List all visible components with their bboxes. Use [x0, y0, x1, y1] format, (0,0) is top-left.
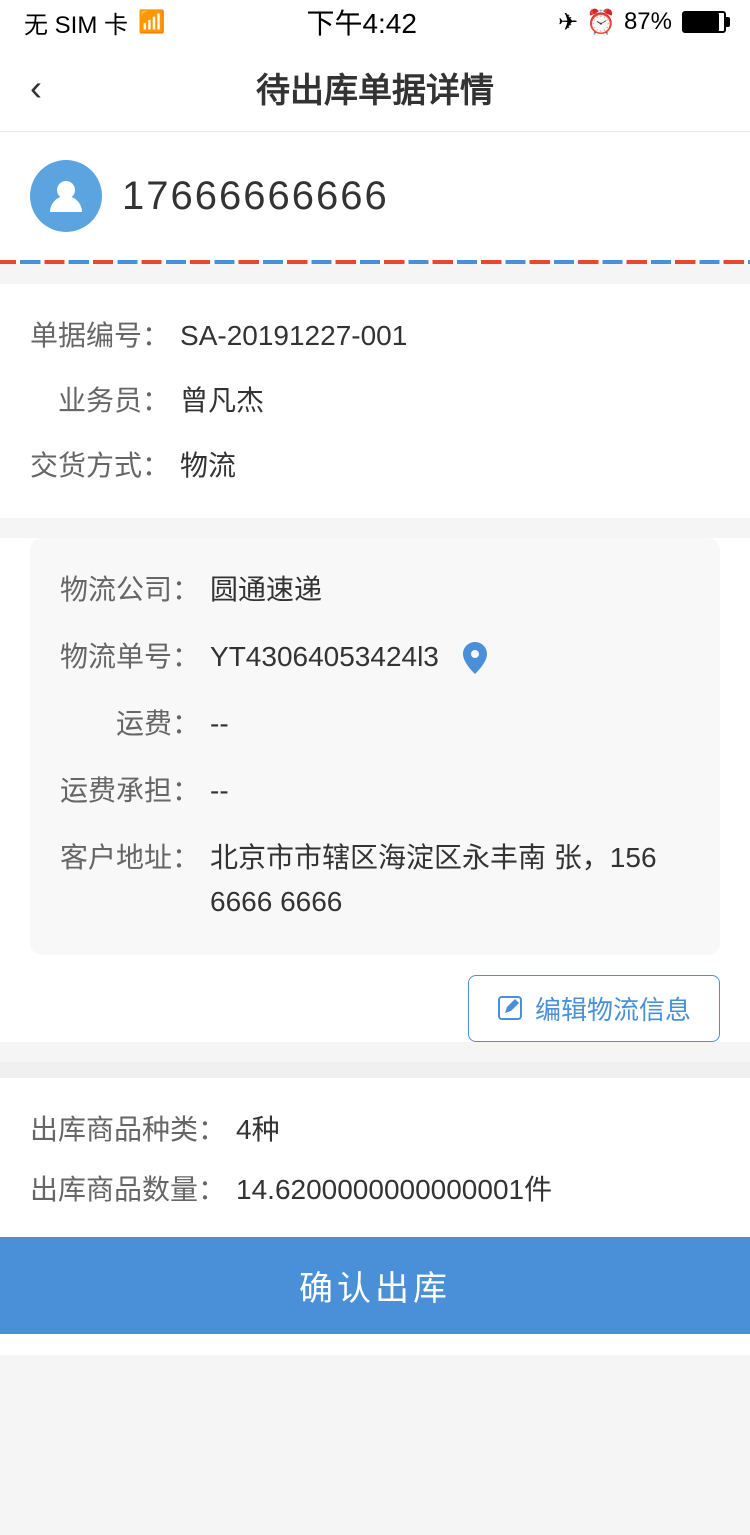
alarm-icon: ⏰: [586, 8, 616, 37]
status-bar: 无 SIM 卡 📶 下午4:42 ✈ ⏰ 87%: [0, 0, 750, 44]
page-title: 待出库单据详情: [256, 63, 494, 112]
nav-bar: ‹ 待出库单据详情: [0, 44, 750, 132]
battery-percent: 87%: [624, 8, 672, 36]
freight-row: 运费： --: [60, 702, 690, 747]
logistics-company-row: 物流公司： 圆通速递: [60, 568, 690, 613]
battery-icon: [682, 11, 726, 33]
customer-header: 17666666666: [0, 132, 750, 264]
bottom-spacer: [0, 1355, 750, 1535]
customer-phone: 17666666666: [122, 174, 389, 219]
edit-logistics-label: 编辑物流信息: [535, 990, 691, 1027]
carrier-label: 无 SIM 卡: [24, 5, 128, 40]
goods-quantity-label: 出库商品数量：: [30, 1168, 226, 1208]
goods-quantity-value: 14.6200000000000001件: [236, 1168, 552, 1208]
document-number-value: SA-20191227-001: [180, 314, 720, 359]
sales-rep-row: 业务员： 曾凡杰: [30, 379, 720, 424]
freight-bearer-value: --: [210, 769, 690, 814]
logistics-company-label: 物流公司：: [60, 568, 200, 613]
status-right: ✈ ⏰ 87%: [558, 8, 726, 37]
sales-rep-label: 业务员：: [30, 379, 170, 424]
edit-btn-row: 编辑物流信息: [0, 955, 750, 1042]
tracking-number-value: YT43064053424l3: [210, 635, 690, 680]
freight-bearer-row: 运费承担： --: [60, 769, 690, 814]
status-left: 无 SIM 卡 📶: [24, 5, 165, 40]
tracking-number-row: 物流单号： YT43064053424l3: [60, 635, 690, 680]
document-number-label: 单据编号：: [30, 314, 170, 359]
confirm-btn-wrapper: 确认出库: [0, 1237, 750, 1334]
freight-bearer-label: 运费承担：: [60, 769, 200, 814]
status-time: 下午4:42: [306, 2, 417, 42]
edit-logistics-button[interactable]: 编辑物流信息: [468, 975, 720, 1042]
avatar: [30, 160, 102, 232]
back-button[interactable]: ‹: [20, 57, 52, 119]
freight-label: 运费：: [60, 702, 200, 747]
document-number-row: 单据编号： SA-20191227-001: [30, 314, 720, 359]
wifi-icon: 📶: [138, 9, 165, 35]
document-info-section: 单据编号： SA-20191227-001 业务员： 曾凡杰 交货方式： 物流: [0, 284, 750, 518]
goods-types-value: 4种: [236, 1108, 280, 1148]
edit-icon: [497, 995, 525, 1023]
goods-types-row: 出库商品种类： 4种: [30, 1108, 720, 1148]
map-pin-icon[interactable]: [455, 638, 495, 678]
tracking-number-text: YT43064053424l3: [210, 635, 439, 680]
address-value: 北京市市辖区海淀区永丰南 张，156 6666 6666: [210, 836, 690, 926]
goods-section: 出库商品种类： 4种 出库商品数量： 14.6200000000000001件: [0, 1078, 750, 1238]
freight-value: --: [210, 702, 690, 747]
section-divider: [0, 1062, 750, 1078]
confirm-outbound-button[interactable]: 确认出库: [0, 1261, 750, 1310]
sales-rep-value: 曾凡杰: [180, 379, 720, 424]
goods-types-label: 出库商品种类：: [30, 1108, 226, 1148]
logistics-company-value: 圆通速递: [210, 568, 690, 613]
goods-quantity-row: 出库商品数量： 14.6200000000000001件: [30, 1168, 720, 1208]
address-row: 客户地址： 北京市市辖区海淀区永丰南 张，156 6666 6666: [60, 836, 690, 926]
address-label: 客户地址：: [60, 836, 200, 881]
delivery-method-row: 交货方式： 物流: [30, 444, 720, 489]
tracking-number-label: 物流单号：: [60, 635, 200, 680]
delivery-method-value: 物流: [180, 444, 720, 489]
delivery-method-label: 交货方式：: [30, 444, 170, 489]
location-status-icon: ✈: [558, 8, 578, 37]
user-icon: [46, 176, 86, 216]
logistics-card: 物流公司： 圆通速递 物流单号： YT43064053424l3 运费： -- …: [30, 538, 720, 955]
